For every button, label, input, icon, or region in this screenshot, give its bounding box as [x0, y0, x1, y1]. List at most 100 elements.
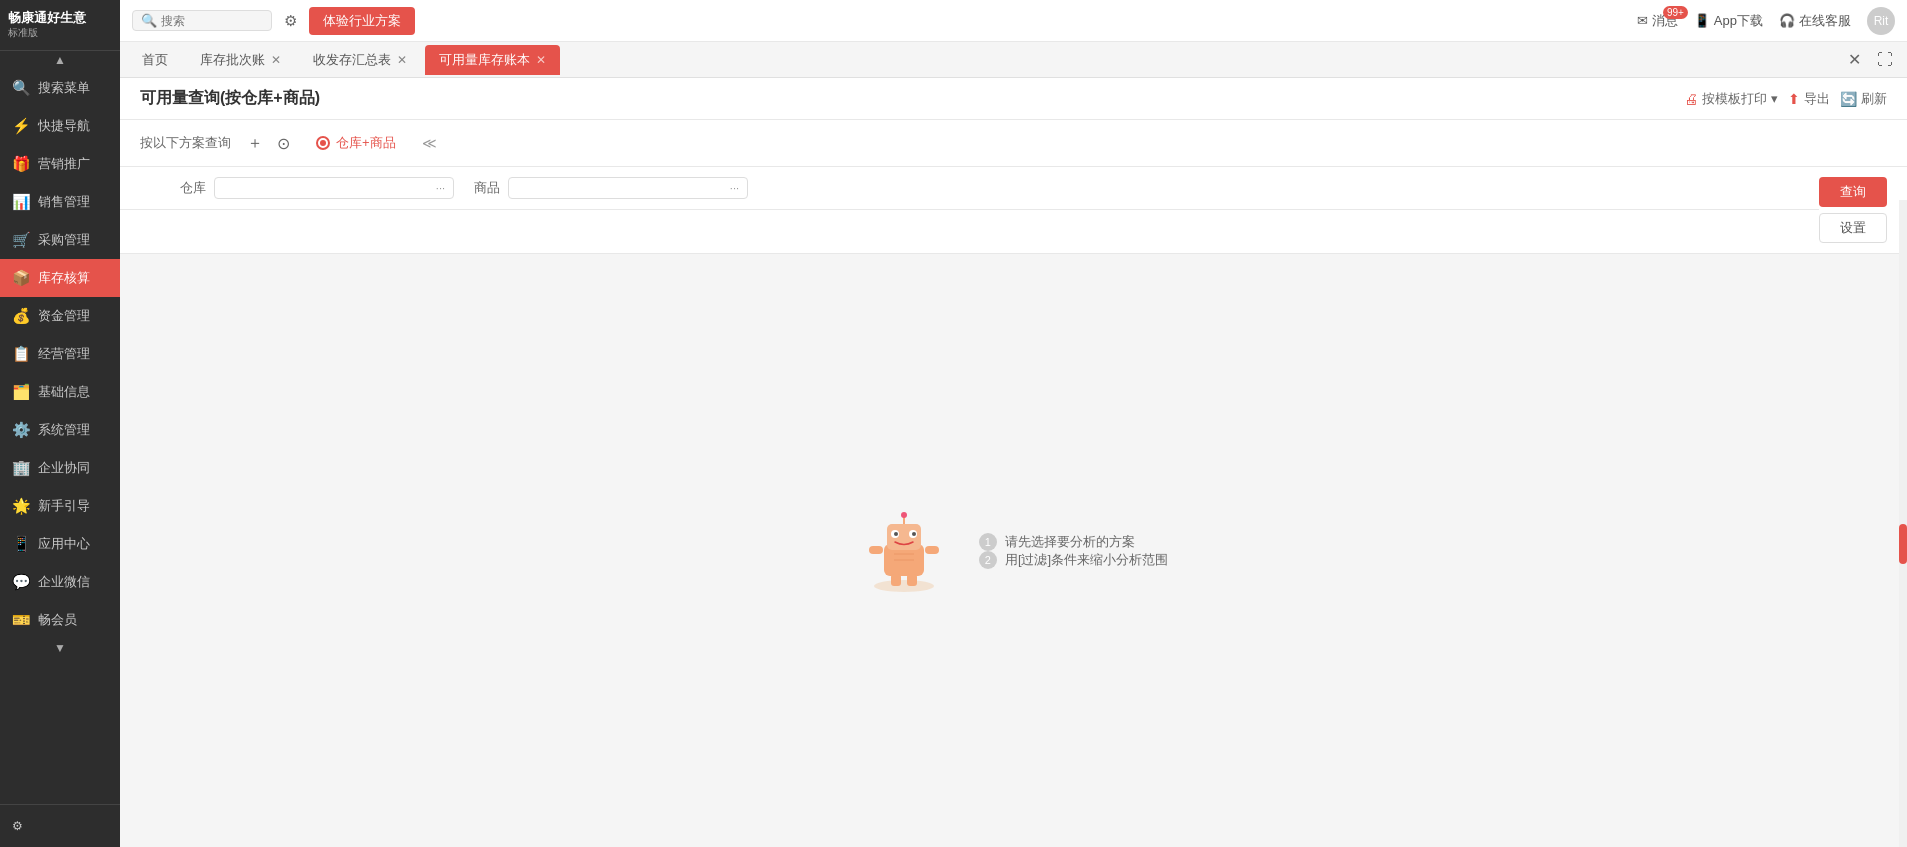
search-icon: 🔍 — [141, 13, 157, 28]
sidebar-item-appstore[interactable]: 📱 应用中心 — [0, 525, 120, 563]
main-content: 🔍 ⚙ 体验行业方案 ✉ 消息 99+ 📱 App下载 🎧 在线客服 Rit — [120, 0, 1907, 847]
warehouse-more-icon[interactable]: ··· — [436, 182, 445, 194]
settings-button[interactable]: 设置 — [1819, 213, 1887, 243]
empty-state: 1 请先选择要分析的方案 2 用[过滤]条件来缩小分析范围 — [120, 254, 1907, 847]
export-button[interactable]: ⬆ 导出 — [1788, 90, 1830, 108]
sidebar-item-search[interactable]: 🔍搜索菜单 — [0, 69, 120, 107]
svg-point-6 — [912, 532, 916, 536]
sidebar-icon-member: 🎫 — [12, 611, 30, 629]
sidebar-item-member[interactable]: 🎫畅会员 — [0, 601, 120, 639]
filter-actions: ＋ ⊙ — [243, 131, 294, 156]
refresh-icon: 🔄 — [1840, 91, 1857, 107]
filter-option-warehouse_product[interactable]: 仓库+商品 — [306, 130, 406, 156]
message-button[interactable]: ✉ 消息 99+ — [1637, 12, 1678, 30]
tab-batch_account[interactable]: 库存批次账✕ — [186, 45, 295, 75]
topbar-right: ✉ 消息 99+ 📱 App下载 🎧 在线客服 Rit — [1637, 7, 1895, 35]
close-tab-button[interactable]: ✕ — [1842, 46, 1867, 73]
filter-bar: 按以下方案查询 ＋ ⊙ 仓库+商品 ≪ — [120, 120, 1907, 167]
hint-text-2: 用[过滤]条件来缩小分析范围 — [1005, 551, 1168, 569]
sidebar-icon-basic: 🗂️ — [12, 383, 30, 401]
export-icon: ⬆ — [1788, 91, 1800, 107]
sidebar-icon-purchase: 🛒 — [12, 231, 30, 249]
online-service-button[interactable]: 🎧 在线客服 — [1779, 12, 1851, 30]
sidebar-item-enterprise[interactable]: 🏢企业协同 — [0, 449, 120, 487]
headset-icon: 🎧 — [1779, 13, 1795, 28]
message-badge: 99+ — [1663, 6, 1688, 19]
hint-text-1: 请先选择要分析的方案 — [1005, 533, 1135, 551]
empty-hint-2: 2 用[过滤]条件来缩小分析范围 — [979, 551, 1168, 569]
gear-icon[interactable]: ⚙ — [280, 8, 301, 34]
warehouse-label: 仓库 — [180, 179, 206, 197]
sidebar-bottom: ⚙ — [0, 804, 120, 847]
brand-sub: 标准版 — [8, 26, 112, 40]
sidebar-item-system[interactable]: ⚙️系统管理 — [0, 411, 120, 449]
sidebar-label-search: 搜索菜单 — [38, 79, 90, 97]
sidebar-item-inventory[interactable]: 📦库存核算 — [0, 259, 120, 297]
refresh-button[interactable]: 🔄 刷新 — [1840, 90, 1887, 108]
product-input[interactable]: ··· — [508, 177, 748, 199]
svg-rect-9 — [869, 546, 883, 554]
user-avatar[interactable]: Rit — [1867, 7, 1895, 35]
sidebar-icon-shortcut: ⚡ — [12, 117, 30, 135]
empty-hint-1: 1 请先选择要分析的方案 — [979, 533, 1168, 551]
page-header: 可用量查询(按仓库+商品) 🖨 按模板打印 ▾ ⬆ 导出 🔄 刷新 — [120, 78, 1907, 120]
expand-tab-button[interactable]: ⛶ — [1871, 46, 1899, 73]
filter-option-label-warehouse_product: 仓库+商品 — [336, 134, 396, 152]
sidebar-label-inventory: 库存核算 — [38, 269, 90, 287]
sidebar-item-purchase[interactable]: 🛒采购管理 — [0, 221, 120, 259]
sidebar-item-wechat[interactable]: 💬企业微信 — [0, 563, 120, 601]
warehouse-input[interactable]: ··· — [214, 177, 454, 199]
sidebar-item-sales[interactable]: 📊销售管理 — [0, 183, 120, 221]
settings-icon: ⚙ — [12, 819, 23, 833]
sidebar-logo: 畅康通好生意 标准版 — [0, 0, 120, 51]
edit-filter-button[interactable]: ⊙ — [273, 132, 294, 155]
tab-close-receive_summary[interactable]: ✕ — [397, 53, 407, 67]
tabs-bar: 首页库存批次账✕收发存汇总表✕可用量库存账本✕ ✕ ⛶ — [120, 42, 1907, 78]
sidebar-scroll-down[interactable]: ▼ — [0, 639, 120, 657]
sidebar-item-basic[interactable]: 🗂️ 基础信息 — [0, 373, 120, 411]
robot-svg — [859, 506, 949, 596]
brand-name: 畅康通好生意 — [8, 10, 112, 26]
filter-collapse-button[interactable]: ≪ — [418, 133, 441, 153]
sidebar-item-newguide[interactable]: 🌟新手引导 — [0, 487, 120, 525]
sidebar-label-basic: 基础信息 — [38, 383, 90, 401]
sidebar-item-finance[interactable]: 💰资金管理 — [0, 297, 120, 335]
sidebar-icon-wechat: 💬 — [12, 573, 30, 591]
product-filter-field: 商品 ··· — [474, 177, 748, 199]
right-scrollbar[interactable] — [1899, 200, 1907, 847]
query-button[interactable]: 查询 — [1819, 177, 1887, 207]
sidebar-item-shortcut[interactable]: ⚡快捷导航 — [0, 107, 120, 145]
action-buttons: 查询 设置 — [1819, 167, 1907, 253]
tab-close-batch_account[interactable]: ✕ — [271, 53, 281, 67]
tab-available_inventory[interactable]: 可用量库存账本✕ — [425, 45, 560, 75]
sidebar-scroll-up[interactable]: ▲ — [0, 51, 120, 69]
trial-button[interactable]: 体验行业方案 — [309, 7, 415, 35]
mobile-icon: 📱 — [1694, 13, 1710, 28]
sidebar-icon-system: ⚙️ — [12, 421, 30, 439]
tab-receive_summary[interactable]: 收发存汇总表 ✕ — [299, 45, 421, 75]
product-more-icon[interactable]: ··· — [730, 182, 739, 194]
sidebar-item-marketing[interactable]: 🎁营销推广 — [0, 145, 120, 183]
svg-rect-13 — [891, 574, 901, 586]
tab-close-available_inventory[interactable]: ✕ — [536, 53, 546, 67]
product-label: 商品 — [474, 179, 500, 197]
empty-state-content: 1 请先选择要分析的方案 2 用[过滤]条件来缩小分析范围 — [859, 506, 1168, 596]
tab-label-receive_summary: 收发存汇总表 — [313, 51, 391, 69]
add-filter-button[interactable]: ＋ — [243, 131, 267, 156]
topbar-search-box[interactable]: 🔍 — [132, 10, 272, 31]
sidebar-label-appstore: 应用中心 — [38, 535, 90, 553]
sidebar-item-operation[interactable]: 📋经营管理 — [0, 335, 120, 373]
radio-warehouse_product — [316, 136, 330, 150]
sidebar-label-enterprise: 企业协同 — [38, 459, 90, 477]
search-input[interactable] — [161, 14, 261, 28]
empty-hints: 1 请先选择要分析的方案 2 用[过滤]条件来缩小分析范围 — [979, 533, 1168, 569]
chevron-down-icon: ▾ — [1771, 91, 1778, 106]
sidebar-icon-appstore: 📱 — [12, 535, 30, 553]
tab-label-home: 首页 — [142, 51, 168, 69]
sidebar-bottom-settings[interactable]: ⚙ — [0, 811, 120, 841]
print-button[interactable]: 🖨 按模板打印 ▾ — [1684, 90, 1778, 108]
sidebar-label-sales: 销售管理 — [38, 193, 90, 211]
message-icon: ✉ — [1637, 13, 1648, 28]
app-download-button[interactable]: 📱 App下载 — [1694, 12, 1763, 30]
tab-home[interactable]: 首页 — [128, 45, 182, 75]
